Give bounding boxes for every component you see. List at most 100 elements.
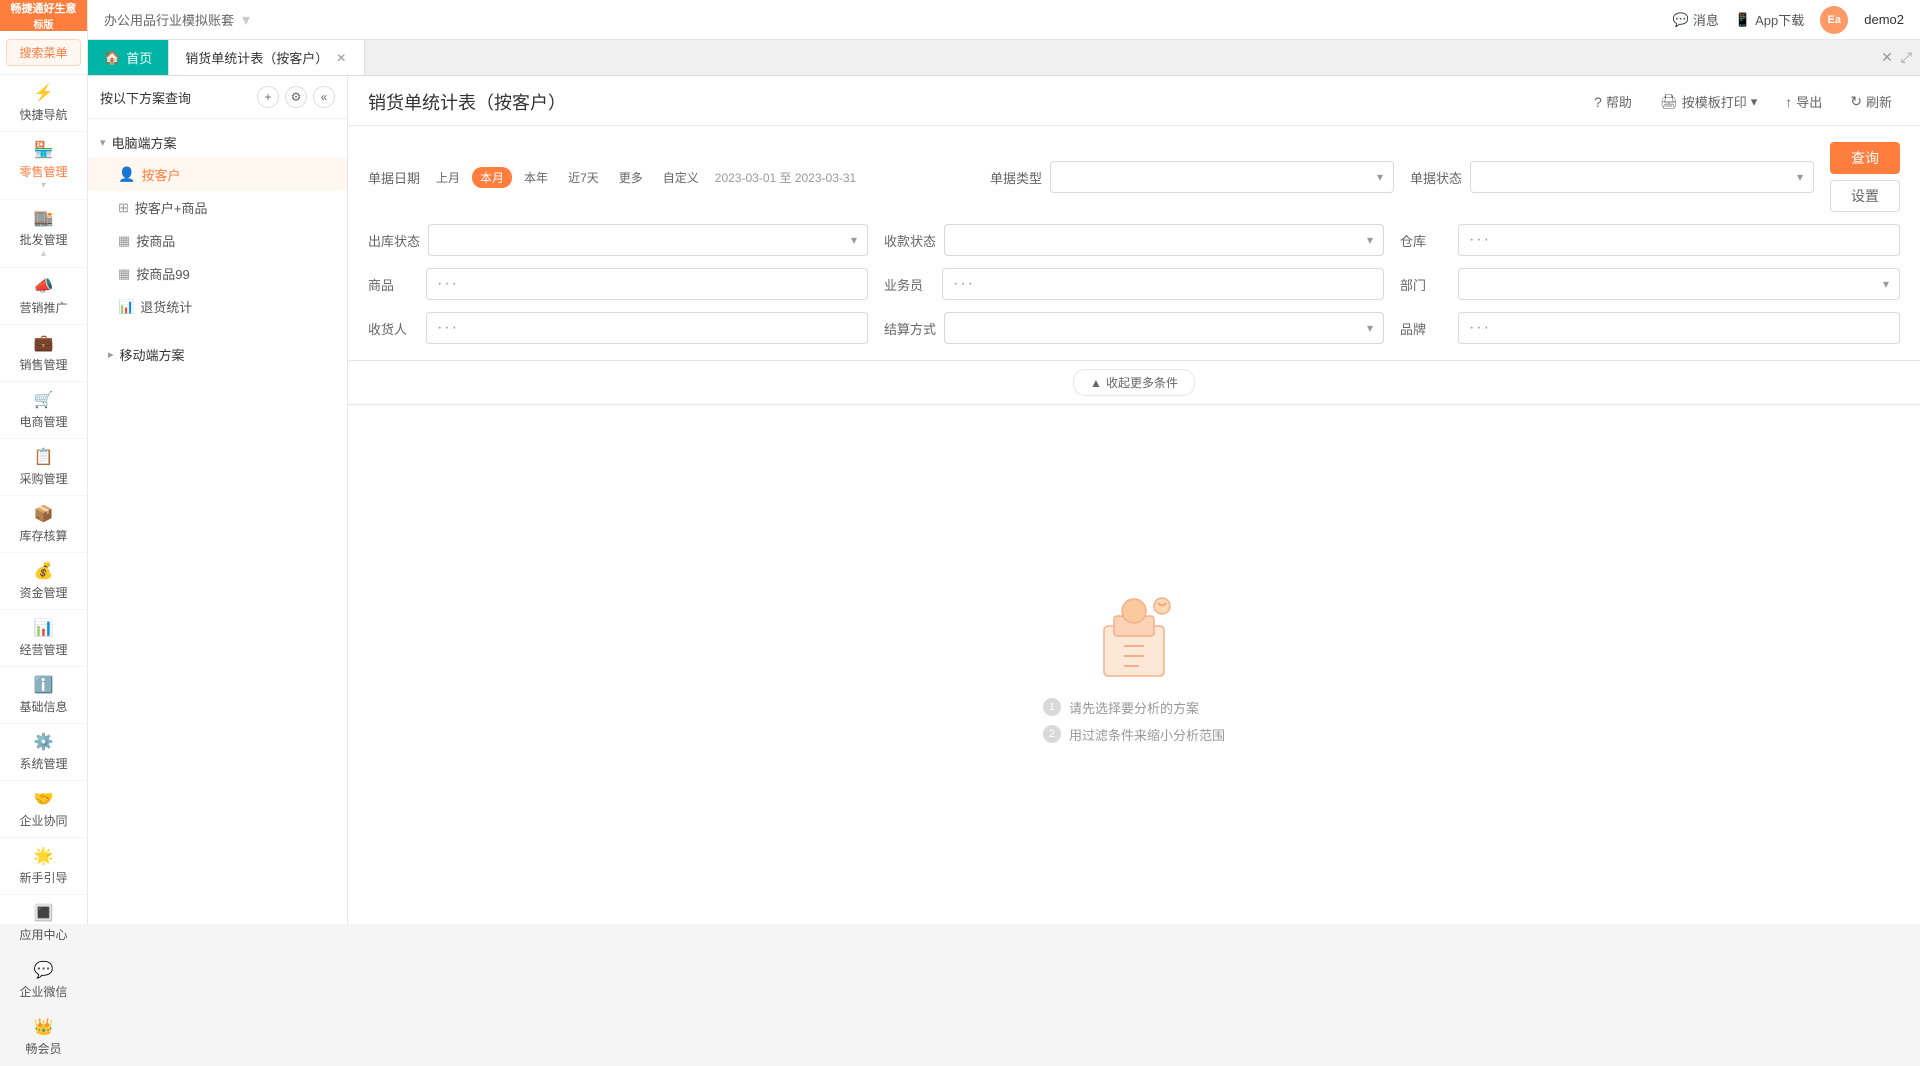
newbie-icon: 🌟 [34,846,54,866]
sidebar-item-label: 经营管理 [19,641,67,658]
order-status-input[interactable] [1470,161,1814,193]
brand-input[interactable]: ··· [1458,312,1900,344]
date-shortcut-7days[interactable]: 近7天 [560,167,607,188]
tab-sales-stat[interactable]: 销货单统计表（按客户） ✕ [169,40,365,75]
member-icon: 👑 [34,1017,54,1037]
out-status-input[interactable] [428,224,868,256]
date-shortcut-this-month[interactable]: 本月 [472,167,512,188]
query-button[interactable]: 查询 [1830,142,1900,174]
sidebar-item-newbie[interactable]: 🌟 新手引导 [0,838,87,895]
settings-button[interactable]: 设置 [1830,180,1900,212]
sidebar-search[interactable]: 搜索菜单 [0,31,87,75]
sidebar-item-quick-nav[interactable]: ⚡ 快捷导航 [0,75,87,132]
export-label: 导出 [1796,92,1822,111]
sidebar-item-enterprise-wechat[interactable]: 💬 企业微信 [0,952,87,1009]
staff-input[interactable]: ··· [942,268,1384,300]
payment-input[interactable] [944,312,1384,344]
sidebar-item-member[interactable]: 👑 畅会员 [0,1009,87,1066]
tab-bar-actions: ✕ ⤢ [1881,40,1920,75]
tab-home[interactable]: 🏠 首页 [88,40,169,75]
date-shortcut-custom[interactable]: 自定义 [655,167,707,188]
search-menu-button[interactable]: 搜索菜单 [6,39,81,66]
desktop-section-title: 电脑端方案 [112,133,177,152]
date-label: 单据日期 [368,168,420,187]
receive-status-input[interactable] [944,224,1384,256]
sidebar-item-retail[interactable]: 🏪 零售管理 ▾ [0,132,87,200]
return-stat-icon: 📊 [118,299,134,315]
dropdown-icon[interactable]: ▾ [242,10,250,30]
scheme-by-goods99[interactable]: ▦ 按商品99 [88,257,347,290]
payment-chevron-icon [1367,321,1373,335]
print-icon: 🖨 [1660,93,1678,110]
goods-input[interactable]: ··· [426,268,868,300]
scheme-label: 按商品 [136,231,175,250]
desktop-section-header[interactable]: ▾ 电脑端方案 [88,127,347,158]
receive-status-filter: 收款状态 [884,224,1384,256]
sidebar-item-operation[interactable]: 📊 经营管理 [0,610,87,667]
collapse-up-icon: ▲ [1090,376,1102,390]
date-shortcut-this-year[interactable]: 本年 [516,167,556,188]
inventory-icon: 📦 [34,504,54,524]
print-button[interactable]: 🖨 按模板打印 ▾ [1652,88,1765,115]
empty-tip-2: 2 用过滤条件来缩小分析范围 [1043,725,1225,744]
scheme-by-goods[interactable]: ▦ 按商品 [88,224,347,257]
scheme-by-customer-goods[interactable]: ⊞ 按客户+商品 [88,191,347,224]
scheme-label: 按客户 [141,165,180,184]
sidebar-item-wholesale[interactable]: 🏬 批发管理 ▴ [0,200,87,268]
date-shortcut-more[interactable]: 更多 [611,167,651,188]
collapse-label: 收起更多条件 [1106,374,1178,391]
app-download-button[interactable]: 📱 App下载 [1735,10,1804,29]
goods99-icon: ▦ [118,266,130,282]
sidebar: 畅捷通好生意 标版 搜索菜单 ⚡ 快捷导航 🏪 零售管理 ▾ 🏬 批发管理 ▴ … [0,0,88,924]
scheme-return-stat[interactable]: 📊 退货统计 [88,290,347,323]
export-button[interactable]: ↑ 导出 [1777,88,1830,115]
print-dropdown-icon: ▾ [1751,94,1758,110]
tab-close-icon[interactable]: ✕ [334,49,348,67]
marketing-icon: 📣 [34,276,54,296]
logo-subtext: 标版 [34,16,54,31]
sidebar-item-label: 电商管理 [19,413,67,430]
sidebar-item-enterprise[interactable]: 🤝 企业协同 [0,781,87,838]
sidebar-item-marketing[interactable]: 📣 营销推广 [0,268,87,325]
sidebar-item-purchase[interactable]: 📋 采购管理 [0,439,87,496]
message-icon: 💬 [1673,12,1689,28]
warehouse-input[interactable]: ··· [1458,224,1900,256]
help-button[interactable]: ? 帮助 [1586,88,1640,115]
add-scheme-button[interactable]: + [257,86,279,108]
dept-chevron-icon [1883,277,1889,291]
app-download-label: App下载 [1755,10,1804,29]
staff-filter: 业务员 ··· [884,268,1384,300]
dept-label: 部门 [1400,275,1450,294]
customer-icon: 👤 [118,166,135,183]
sidebar-item-label: 系统管理 [19,755,67,772]
sidebar-item-ecommerce[interactable]: 🛒 电商管理 [0,382,87,439]
dept-input[interactable] [1458,268,1900,300]
recipient-label: 收货人 [368,319,418,338]
refresh-button[interactable]: ↻ 刷新 [1842,88,1900,115]
collapse-panel-button[interactable]: « [313,86,335,108]
order-type-input[interactable] [1050,161,1394,193]
sidebar-item-inventory[interactable]: 📦 库存核算 [0,496,87,553]
recipient-input[interactable]: ··· [426,312,868,344]
tab-expand-icon[interactable]: ⤢ [1901,49,1912,66]
scheme-by-customer[interactable]: 👤 按客户 [88,158,347,191]
sidebar-item-sales[interactable]: 💼 销售管理 [0,325,87,382]
order-type-chevron-icon [1377,170,1383,184]
date-shortcut-last-month[interactable]: 上月 [428,167,468,188]
sidebar-item-label: 新手引导 [19,869,67,886]
refresh-label: 刷新 [1866,92,1892,111]
sidebar-item-finance[interactable]: 💰 资金管理 [0,553,87,610]
filter-row-1: 单据日期 上月 本月 本年 近7天 更多 自定义 2023-03-01 至 20… [368,142,1900,212]
tip-1-text: 请先选择要分析的方案 [1069,698,1199,717]
collapse-button[interactable]: ▲ 收起更多条件 [1073,369,1195,396]
out-status-label: 出库状态 [368,231,420,250]
message-button[interactable]: 💬 消息 [1673,10,1719,29]
settings-scheme-button[interactable]: ⚙ [285,86,307,108]
staff-label: 业务员 [884,275,934,294]
mobile-section-header[interactable]: ▸ 移动端方案 [88,339,347,370]
sidebar-item-system[interactable]: ⚙️ 系统管理 [0,724,87,781]
sidebar-item-basic[interactable]: ℹ️ 基础信息 [0,667,87,724]
avatar[interactable]: Ea [1820,6,1848,34]
tab-close-all-icon[interactable]: ✕ [1881,49,1893,66]
sidebar-item-label: 畅会员 [25,1040,61,1057]
